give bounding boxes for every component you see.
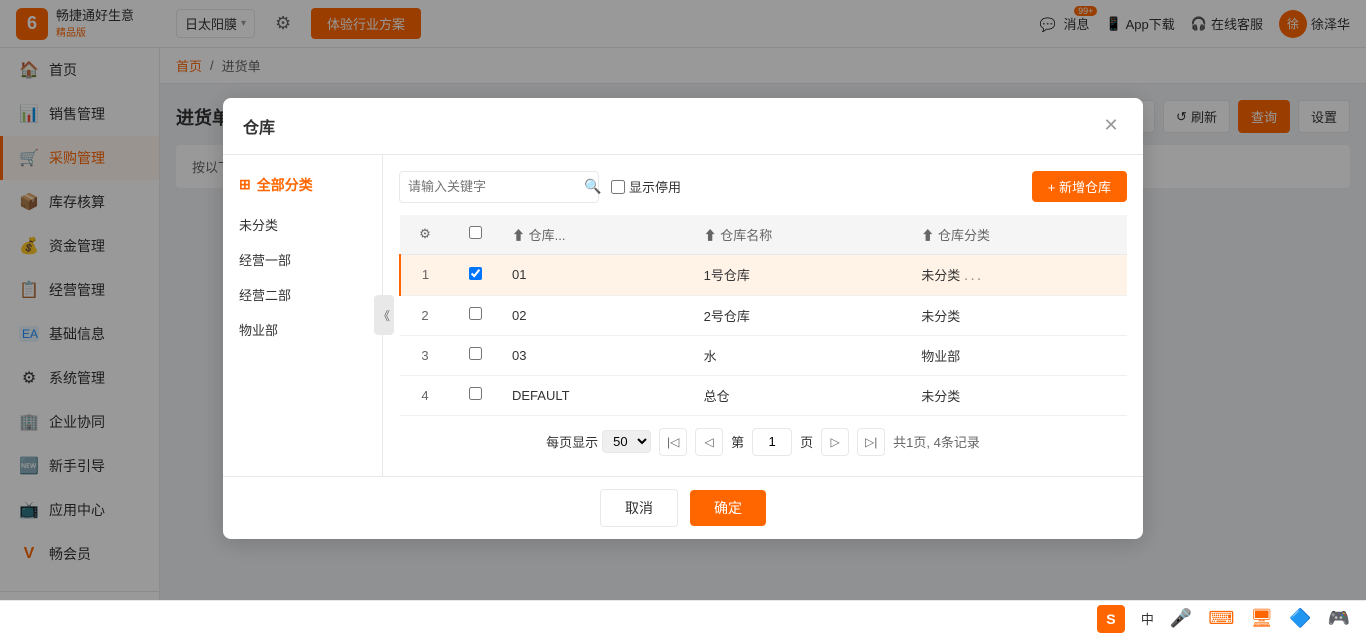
warehouse-table: ⚙ ⬆ 仓库... ⬆ bbox=[399, 215, 1127, 416]
first-page-button[interactable]: |◁ bbox=[659, 428, 687, 456]
row-name: 总仓 bbox=[692, 375, 910, 415]
modal-close-button[interactable]: ✕ bbox=[1099, 114, 1123, 138]
col-category: ⬆ 仓库分类 bbox=[909, 215, 1127, 255]
row-checkbox[interactable] bbox=[450, 375, 500, 415]
search-input[interactable] bbox=[408, 179, 584, 194]
row-category: 物业部 bbox=[909, 335, 1127, 375]
sort-icon-name: ⬆ bbox=[704, 228, 717, 243]
show-disabled-label: 显示停用 bbox=[611, 177, 681, 196]
confirm-button[interactable]: 确定 bbox=[690, 490, 766, 526]
col-settings: ⚙ bbox=[400, 215, 450, 255]
modal-title: 仓库 bbox=[243, 114, 275, 138]
next-page-button[interactable]: ▷ bbox=[821, 428, 849, 456]
grid-icon: ⊞ bbox=[239, 176, 251, 193]
cn-text: 中 bbox=[1141, 609, 1154, 628]
table-row[interactable]: 3 03 水 物业部 bbox=[400, 335, 1127, 375]
category-header[interactable]: ⊞ 全部分类 bbox=[223, 167, 382, 207]
prev-page-button[interactable]: ◁ bbox=[695, 428, 723, 456]
row-code: 03 bbox=[500, 335, 692, 375]
category-item-1[interactable]: 经营一部 bbox=[223, 242, 382, 277]
category-collapse-button[interactable]: 《 bbox=[374, 295, 394, 335]
row-category: 未分类 bbox=[909, 375, 1127, 415]
keyboard-icon[interactable]: ⌨ bbox=[1208, 608, 1234, 629]
modal-body: ⊞ 全部分类 未分类 经营一部 经营二部 物业部 《 bbox=[223, 155, 1143, 476]
row-name: 2号仓库 bbox=[692, 295, 910, 335]
category-item-2[interactable]: 经营二部 bbox=[223, 277, 382, 312]
s-logo: S bbox=[1097, 605, 1125, 633]
table-header-row: ⚙ ⬆ 仓库... ⬆ bbox=[400, 215, 1127, 255]
row-num: 1 bbox=[400, 254, 450, 295]
pagination: 每页显示 50 |◁ ◁ 第 页 ▷ ▷| 共1页, 4条记录 bbox=[399, 416, 1127, 460]
row-num: 3 bbox=[400, 335, 450, 375]
table-row[interactable]: 1 01 1号仓库 未分类 ... bbox=[400, 254, 1127, 295]
row-num: 2 bbox=[400, 295, 450, 335]
add-warehouse-button[interactable]: + 新增仓库 bbox=[1032, 171, 1127, 202]
microphone-icon[interactable]: 🎤 bbox=[1170, 608, 1192, 629]
category-item-0[interactable]: 未分类 bbox=[223, 207, 382, 242]
search-icon[interactable]: 🔍 bbox=[584, 178, 601, 195]
table-row[interactable]: 4 DEFAULT 总仓 未分类 bbox=[400, 375, 1127, 415]
modal-footer: 取消 确定 bbox=[223, 476, 1143, 539]
category-header-label: 全部分类 bbox=[257, 175, 313, 195]
col-checkbox bbox=[450, 215, 500, 255]
page-size-dropdown[interactable]: 50 bbox=[602, 430, 651, 453]
row-name: 1号仓库 bbox=[692, 254, 910, 295]
warehouse-modal: 仓库 ✕ ⊞ 全部分类 未分类 经营一部 经营二部 bbox=[223, 98, 1143, 539]
select-all-checkbox[interactable] bbox=[469, 226, 482, 239]
modal-main: 🔍 显示停用 + 新增仓库 ⚙ bbox=[383, 155, 1143, 476]
page-size-select: 每页显示 50 bbox=[546, 430, 651, 453]
category-sidebar: ⊞ 全部分类 未分类 经营一部 经营二部 物业部 《 bbox=[223, 155, 383, 476]
page-number-input[interactable] bbox=[752, 428, 792, 456]
modal-header: 仓库 ✕ bbox=[223, 98, 1143, 155]
cancel-button[interactable]: 取消 bbox=[600, 489, 678, 527]
row-checkbox[interactable] bbox=[450, 295, 500, 335]
row-checkbox[interactable] bbox=[450, 254, 500, 295]
gamepad-icon[interactable]: 🎮 bbox=[1328, 608, 1350, 629]
sort-icon-cat: ⬆ bbox=[921, 228, 934, 243]
col-code: ⬆ 仓库... bbox=[500, 215, 692, 255]
search-box: 🔍 bbox=[399, 171, 599, 203]
modal-overlay: 仓库 ✕ ⊞ 全部分类 未分类 经营一部 经营二部 bbox=[0, 0, 1366, 636]
sort-icon: ⬆ bbox=[512, 228, 525, 243]
category-item-3[interactable]: 物业部 bbox=[223, 312, 382, 347]
page-info: 共1页, 4条记录 bbox=[893, 432, 980, 451]
row-num: 4 bbox=[400, 375, 450, 415]
row-checkbox[interactable] bbox=[450, 335, 500, 375]
last-page-button[interactable]: ▷| bbox=[857, 428, 885, 456]
bottom-bar: S 中 🎤 ⌨ 🖥 🔷 🎮 bbox=[0, 600, 1366, 636]
action-dots[interactable]: ... bbox=[964, 267, 983, 284]
row-name: 水 bbox=[692, 335, 910, 375]
col-name: ⬆ 仓库名称 bbox=[692, 215, 910, 255]
show-disabled-checkbox[interactable] bbox=[611, 180, 625, 194]
modal-toolbar: 🔍 显示停用 + 新增仓库 bbox=[399, 171, 1127, 203]
row-code: 01 bbox=[500, 254, 692, 295]
row-category: 未分类 ... bbox=[909, 254, 1127, 295]
diamond-icon[interactable]: 🔷 bbox=[1289, 608, 1311, 629]
gear-icon: ⚙ bbox=[419, 226, 431, 241]
row-code: 02 bbox=[500, 295, 692, 335]
table-row[interactable]: 2 02 2号仓库 未分类 bbox=[400, 295, 1127, 335]
row-code: DEFAULT bbox=[500, 375, 692, 415]
row-category: 未分类 bbox=[909, 295, 1127, 335]
monitor-icon[interactable]: 🖥 bbox=[1250, 608, 1273, 629]
